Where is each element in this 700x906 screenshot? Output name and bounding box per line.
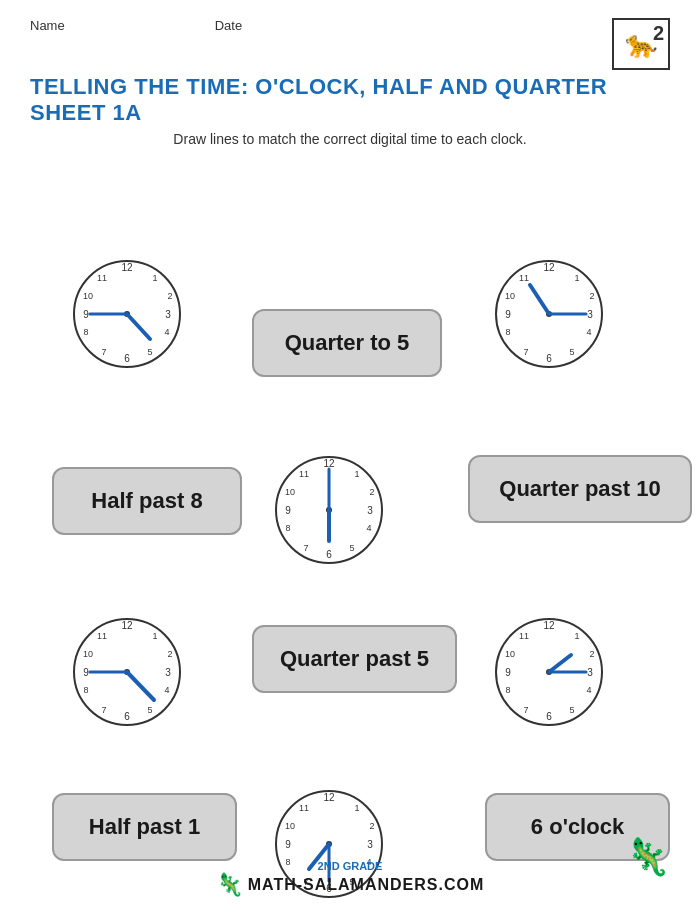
content-area: 12 3 6 9 1 2 4 5 7 8 10 11	[30, 157, 670, 906]
svg-text:9: 9	[285, 839, 291, 850]
svg-text:4: 4	[586, 685, 591, 695]
svg-text:11: 11	[299, 803, 309, 813]
svg-text:4: 4	[164, 327, 169, 337]
svg-text:3: 3	[587, 309, 593, 320]
footer: 2ND GRADE 🦎 MATH-SALAMANDERS.COM	[0, 860, 700, 898]
svg-text:11: 11	[299, 469, 309, 479]
svg-text:11: 11	[97, 631, 107, 641]
svg-text:2: 2	[369, 821, 374, 831]
svg-text:7: 7	[101, 347, 106, 357]
svg-text:7: 7	[523, 705, 528, 715]
label-quarter-to-5: Quarter to 5	[252, 309, 442, 377]
svg-text:7: 7	[303, 543, 308, 553]
svg-text:5: 5	[569, 347, 574, 357]
top-meta: Name Date 2 🐆	[30, 18, 670, 70]
svg-text:12: 12	[121, 620, 133, 631]
svg-text:9: 9	[505, 667, 511, 678]
svg-text:10: 10	[83, 649, 93, 659]
svg-text:6: 6	[124, 711, 130, 722]
svg-text:4: 4	[586, 327, 591, 337]
logo-number: 2	[653, 22, 664, 45]
svg-text:9: 9	[505, 309, 511, 320]
svg-text:1: 1	[152, 273, 157, 283]
clock-3: 12 3 6 9 1 2 4 5 7 8 10 11	[272, 453, 387, 568]
svg-text:1: 1	[152, 631, 157, 641]
svg-text:2: 2	[589, 649, 594, 659]
svg-text:1: 1	[574, 631, 579, 641]
svg-text:2: 2	[167, 649, 172, 659]
svg-text:10: 10	[83, 291, 93, 301]
svg-text:9: 9	[285, 505, 291, 516]
svg-text:3: 3	[165, 667, 171, 678]
label-quarter-past-5: Quarter past 5	[252, 625, 457, 693]
svg-text:4: 4	[366, 523, 371, 533]
svg-text:12: 12	[323, 792, 335, 803]
svg-text:10: 10	[505, 291, 515, 301]
svg-text:5: 5	[147, 705, 152, 715]
footer-brand: 2ND GRADE	[318, 860, 383, 872]
subtitle: Draw lines to match the correct digital …	[30, 131, 670, 147]
svg-text:10: 10	[505, 649, 515, 659]
svg-text:9: 9	[83, 309, 89, 320]
label-half-past-8: Half past 8	[52, 467, 242, 535]
footer-site: MATH-SALAMANDERS.COM	[248, 876, 485, 894]
svg-text:4: 4	[164, 685, 169, 695]
svg-text:11: 11	[519, 631, 529, 641]
clock-5: 12 3 6 9 1 2 4 5 7 8 10 11	[492, 615, 607, 730]
svg-text:12: 12	[323, 458, 335, 469]
svg-text:12: 12	[121, 262, 133, 273]
clock-2: 12 3 6 9 1 2 4 5 7 8 10 11	[492, 257, 607, 372]
svg-text:2: 2	[369, 487, 374, 497]
svg-text:1: 1	[574, 273, 579, 283]
label-half-past-1: Half past 1	[52, 793, 237, 861]
name-label: Name	[30, 18, 65, 33]
svg-text:12: 12	[543, 620, 555, 631]
svg-text:3: 3	[367, 839, 373, 850]
svg-text:9: 9	[83, 667, 89, 678]
svg-text:6: 6	[546, 711, 552, 722]
svg-text:8: 8	[83, 685, 88, 695]
svg-text:5: 5	[147, 347, 152, 357]
name-date: Name Date	[30, 18, 242, 33]
svg-text:2: 2	[167, 291, 172, 301]
svg-text:5: 5	[569, 705, 574, 715]
svg-text:7: 7	[523, 347, 528, 357]
clock-4: 12 3 6 9 1 2 4 5 7 8 10 11	[70, 615, 185, 730]
logo-box: 2 🐆	[612, 18, 670, 70]
page: Name Date 2 🐆 TELLING THE TIME: O'CLOCK,…	[0, 0, 700, 906]
svg-text:10: 10	[285, 487, 295, 497]
svg-text:12: 12	[543, 262, 555, 273]
svg-text:8: 8	[505, 685, 510, 695]
svg-text:10: 10	[285, 821, 295, 831]
svg-text:3: 3	[367, 505, 373, 516]
svg-text:11: 11	[97, 273, 107, 283]
svg-text:8: 8	[83, 327, 88, 337]
svg-text:6: 6	[546, 353, 552, 364]
svg-text:3: 3	[587, 667, 593, 678]
label-quarter-past-10: Quarter past 10	[468, 455, 692, 523]
date-label: Date	[215, 18, 242, 33]
svg-text:1: 1	[354, 469, 359, 479]
svg-text:3: 3	[165, 309, 171, 320]
svg-text:11: 11	[519, 273, 529, 283]
clock-1: 12 3 6 9 1 2 4 5 7 8 10 11	[70, 257, 185, 372]
svg-text:7: 7	[101, 705, 106, 715]
page-title: TELLING THE TIME: O'CLOCK, HALF AND QUAR…	[30, 74, 670, 127]
salamander-decoration: 🦎	[625, 836, 670, 878]
svg-text:6: 6	[124, 353, 130, 364]
svg-text:6: 6	[326, 549, 332, 560]
svg-text:5: 5	[349, 543, 354, 553]
svg-text:2: 2	[589, 291, 594, 301]
svg-text:1: 1	[354, 803, 359, 813]
svg-text:8: 8	[285, 523, 290, 533]
svg-text:8: 8	[505, 327, 510, 337]
